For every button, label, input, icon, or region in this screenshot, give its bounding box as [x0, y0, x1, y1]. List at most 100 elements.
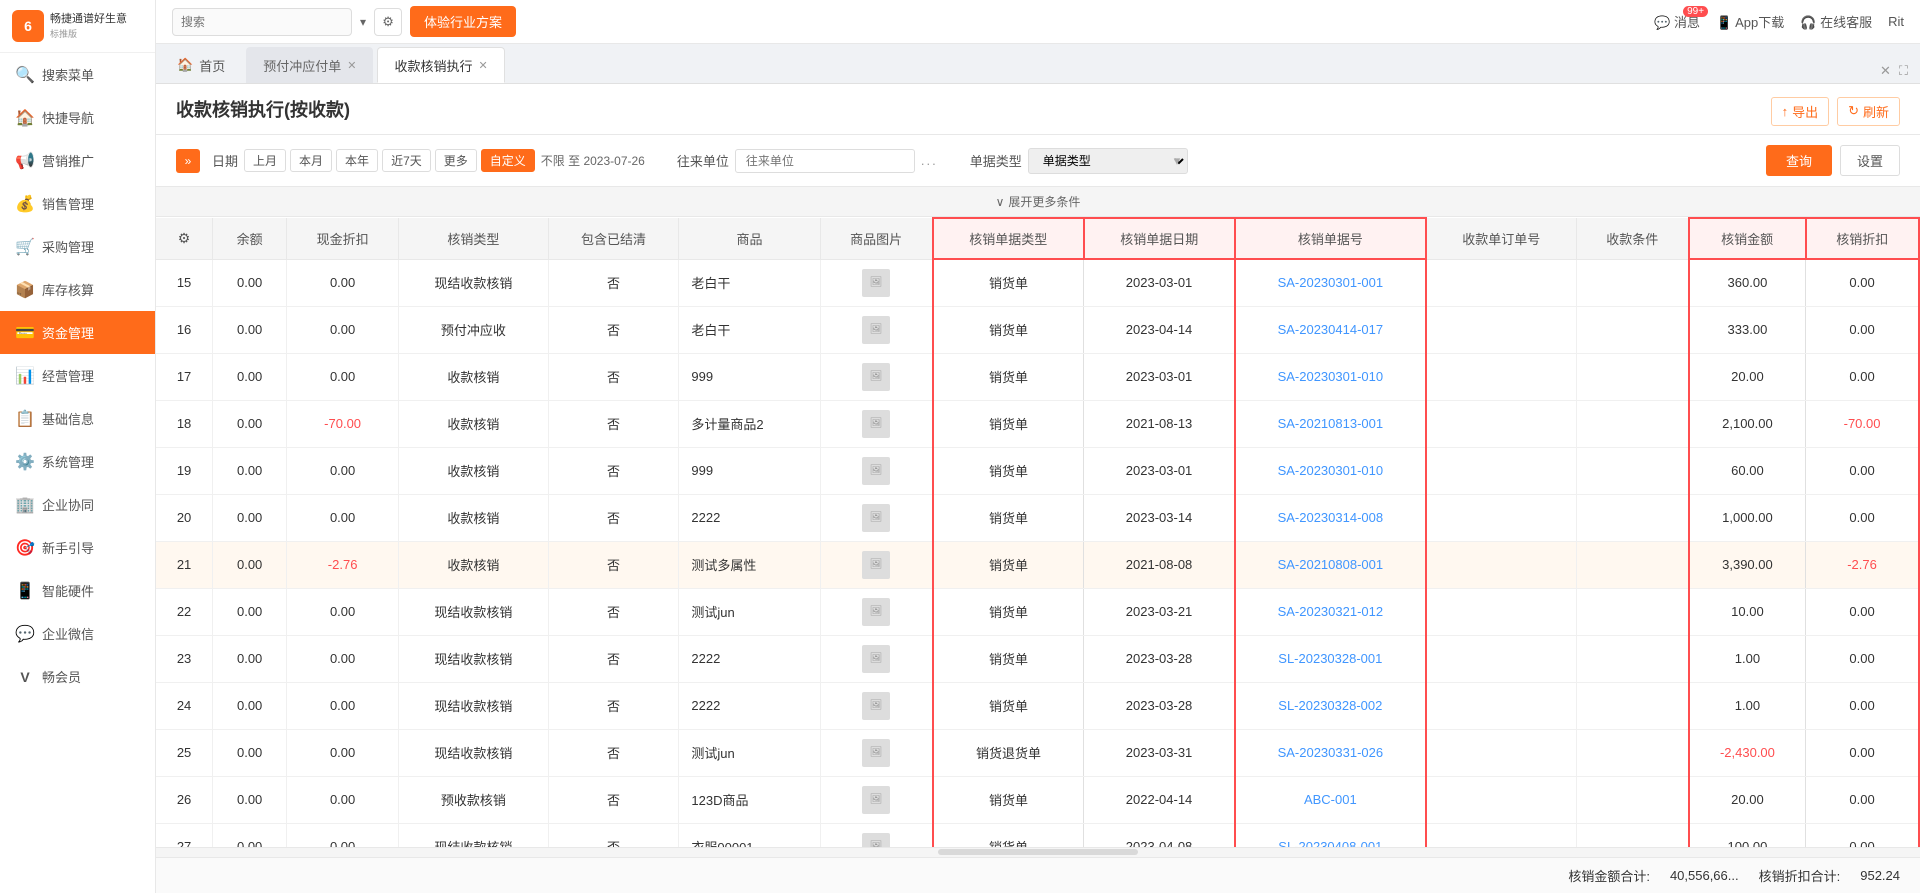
sidebar-item-operations[interactable]: 📊 经营管理: [0, 354, 155, 397]
table-row: 15 0.00 0.00 现结收款核销 否 老白干 🖼 销货单 2023-03-…: [156, 259, 1919, 306]
home-tab-icon: 🏠: [177, 57, 193, 73]
table-row: 21 0.00 -2.76 收款核销 否 测试多属性 🖼 销货单 2021-08…: [156, 541, 1919, 588]
sidebar-item-purchase[interactable]: 🛒 采购管理: [0, 225, 155, 268]
sidebar-item-hardware[interactable]: 📱 智能硬件: [0, 569, 155, 612]
filter-bar: » 日期 上月 本月 本年 近7天 更多 自定义 不限 至 2023-07-26…: [156, 135, 1920, 187]
verify-bill-no-cell[interactable]: SA-20230301-010: [1235, 353, 1426, 400]
expand-more-bar[interactable]: ∨ 展开更多条件: [156, 187, 1920, 217]
verify-amount-cell: 1,000.00: [1689, 494, 1806, 541]
export-button[interactable]: ↑ 导出: [1771, 97, 1830, 126]
verify-bill-no-cell[interactable]: SA-20230331-026: [1235, 729, 1426, 776]
sidebar-item-member[interactable]: V 畅会员: [0, 655, 155, 698]
export-icon: ↑: [1782, 104, 1789, 119]
date-btn-this-month[interactable]: 本月: [290, 149, 332, 172]
sidebar-item-finance[interactable]: 💳 资金管理: [0, 311, 155, 354]
verify-bill-no-cell[interactable]: SL-20230328-002: [1235, 682, 1426, 729]
sidebar-item-system[interactable]: ⚙️ 系统管理: [0, 440, 155, 483]
product-cell: 测试jun: [679, 588, 820, 635]
wechat-icon: 💬: [16, 625, 34, 643]
app-download[interactable]: 📱 App下载: [1716, 12, 1784, 31]
cash-discount-cell: 0.00: [287, 306, 399, 353]
user-name[interactable]: Rit: [1888, 14, 1904, 29]
row-no: 16: [156, 306, 213, 353]
include-settled-cell: 否: [548, 494, 679, 541]
message-count: 99+: [1683, 6, 1708, 17]
verify-bill-no-cell[interactable]: ABC-001: [1235, 776, 1426, 823]
total-verify-amount: 40,556,66...: [1670, 868, 1739, 883]
receipt-condition-cell: [1576, 494, 1689, 541]
filter-settings-button[interactable]: 设置: [1840, 145, 1900, 176]
topbar-dropdown[interactable]: ▾: [360, 15, 366, 29]
verify-bill-no-cell[interactable]: SA-20210808-001: [1235, 541, 1426, 588]
marketing-icon: 📢: [16, 152, 34, 170]
row-no: 17: [156, 353, 213, 400]
settings-icon[interactable]: ⚙: [374, 8, 402, 36]
maximize-icon[interactable]: ⛶: [1899, 63, 1908, 79]
product-image-cell: 🖼: [820, 447, 933, 494]
receipt-type-select[interactable]: 单据类型: [1028, 148, 1188, 174]
topbar-search-input[interactable]: [172, 8, 352, 36]
date-btn-7days[interactable]: 近7天: [382, 149, 431, 172]
tab-verify[interactable]: 收款核销执行 ✕: [377, 47, 504, 83]
horizontal-scrollbar[interactable]: [156, 847, 1920, 857]
origin-unit-input[interactable]: [735, 149, 915, 173]
sidebar-item-search[interactable]: 🔍 搜索菜单: [0, 53, 155, 96]
filter-expand-button[interactable]: »: [176, 149, 200, 173]
col-header-verify-discount: 核销折扣: [1806, 218, 1919, 259]
member-icon: V: [16, 668, 34, 686]
verify-bill-date-cell: 2023-04-08: [1084, 823, 1235, 847]
sidebar-item-quicknav[interactable]: 🏠 快捷导航: [0, 96, 155, 139]
verify-bill-no-cell[interactable]: SL-20230408-001: [1235, 823, 1426, 847]
verify-bill-no-cell[interactable]: SA-20210813-001: [1235, 400, 1426, 447]
balance-cell: 0.00: [213, 823, 287, 847]
verify-bill-type-cell: 销货单: [933, 447, 1084, 494]
close-window-icon[interactable]: ✕: [1880, 63, 1891, 79]
sidebar-item-marketing[interactable]: 📢 营销推广: [0, 139, 155, 182]
tab-close-icon2[interactable]: ✕: [478, 59, 487, 72]
verify-bill-no-cell[interactable]: SA-20230301-001: [1235, 259, 1426, 306]
tab-close-icon[interactable]: ✕: [347, 59, 356, 72]
verify-bill-type-cell: 销货单: [933, 635, 1084, 682]
verify-bill-no-cell[interactable]: SA-20230414-017: [1235, 306, 1426, 353]
solution-button[interactable]: 体验行业方案: [410, 6, 516, 37]
sidebar-item-sales[interactable]: 💰 销售管理: [0, 182, 155, 225]
refresh-button[interactable]: ↻ 刷新: [1837, 97, 1900, 126]
date-btn-custom[interactable]: 自定义: [481, 149, 535, 172]
headset-icon: 🎧: [1800, 15, 1816, 30]
sidebar-item-basic[interactable]: 📋 基础信息: [0, 397, 155, 440]
sidebar-item-inventory[interactable]: 📦 库存核算: [0, 268, 155, 311]
verify-amount-cell: 10.00: [1689, 588, 1806, 635]
receipt-type-label: 单据类型: [970, 151, 1022, 170]
topbar: ▾ ⚙ 体验行业方案 💬 消息 99+ 📱 App下载 🎧 在线客服 Rit: [156, 0, 1920, 44]
sidebar-item-guide[interactable]: 🎯 新手引导: [0, 526, 155, 569]
include-settled-cell: 否: [548, 306, 679, 353]
date-btn-this-year[interactable]: 本年: [336, 149, 378, 172]
purchase-icon: 🛒: [16, 238, 34, 256]
verify-bill-type-cell: 销货单: [933, 400, 1084, 447]
online-service[interactable]: 🎧 在线客服: [1800, 12, 1872, 31]
sidebar-item-enterprise[interactable]: 🏢 企业协同: [0, 483, 155, 526]
verify-bill-no-cell[interactable]: SA-20230314-008: [1235, 494, 1426, 541]
verify-bill-type-cell: 销货单: [933, 306, 1084, 353]
verify-bill-no-cell[interactable]: SA-20230321-012: [1235, 588, 1426, 635]
include-settled-cell: 否: [548, 776, 679, 823]
main-content: ▾ ⚙ 体验行业方案 💬 消息 99+ 📱 App下载 🎧 在线客服 Rit: [156, 0, 1920, 893]
verify-bill-no-cell[interactable]: SA-20230301-010: [1235, 447, 1426, 494]
sidebar-item-wechat[interactable]: 💬 企业微信: [0, 612, 155, 655]
verify-type-cell: 现结收款核销: [399, 635, 549, 682]
verify-bill-no-cell[interactable]: SL-20230328-001: [1235, 635, 1426, 682]
col-header-receipt-order-no: 收款单订单号: [1426, 218, 1576, 259]
tab-prepay[interactable]: 预付冲应付单 ✕: [246, 47, 373, 83]
date-btn-last-month[interactable]: 上月: [244, 149, 286, 172]
product-cell: 999: [679, 353, 820, 400]
tab-home[interactable]: 🏠 首页: [160, 47, 242, 83]
row-no: 24: [156, 682, 213, 729]
date-range: 不限 至 2023-07-26: [541, 152, 645, 169]
message-badge[interactable]: 💬 消息 99+: [1654, 12, 1700, 31]
balance-cell: 0.00: [213, 729, 287, 776]
product-cell: 多计量商品2: [679, 400, 820, 447]
search-button[interactable]: 查询: [1766, 145, 1832, 176]
product-image-cell: 🖼: [820, 588, 933, 635]
include-settled-cell: 否: [548, 635, 679, 682]
date-btn-more[interactable]: 更多: [435, 149, 477, 172]
